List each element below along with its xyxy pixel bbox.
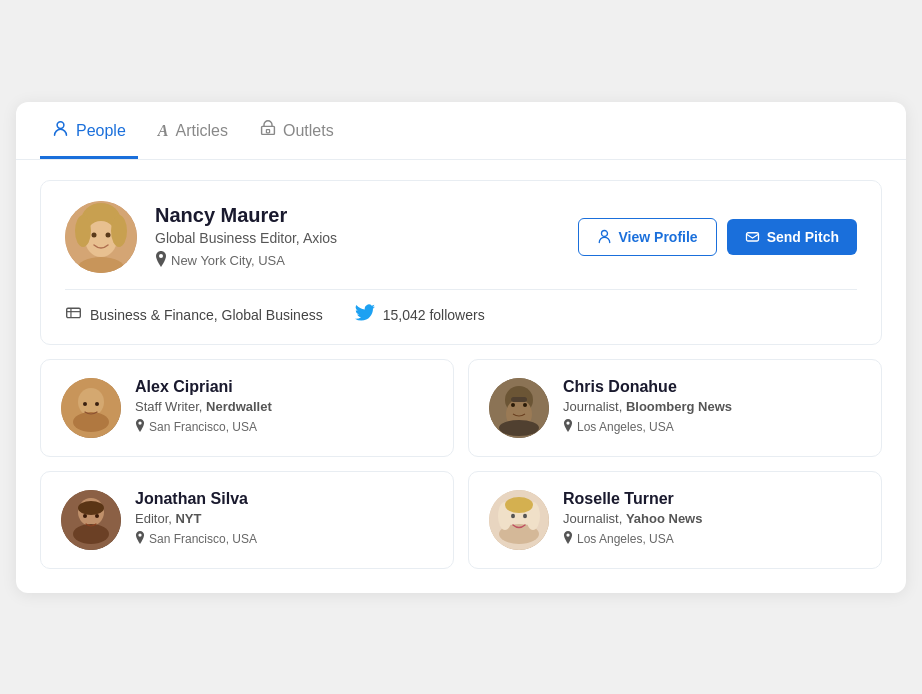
grid-person-name: Chris Donahue bbox=[563, 378, 732, 396]
avatar bbox=[61, 490, 121, 550]
featured-card-top: Nancy Maurer Global Business Editor, Axi… bbox=[65, 201, 857, 273]
svg-rect-28 bbox=[511, 397, 527, 402]
svg-point-27 bbox=[523, 403, 527, 407]
svg-rect-13 bbox=[746, 233, 758, 241]
svg-point-7 bbox=[111, 215, 127, 247]
grid-person-details: Roselle Turner Journalist, Yahoo News Lo… bbox=[563, 490, 702, 547]
location-icon bbox=[135, 419, 145, 435]
svg-point-33 bbox=[73, 524, 109, 544]
grid-location-text: San Francisco, USA bbox=[149, 532, 257, 546]
people-icon bbox=[52, 120, 69, 142]
grid-person-details: Alex Cipriani Staff Writer, Nerdwallet S… bbox=[135, 378, 272, 435]
send-pitch-icon bbox=[745, 229, 760, 244]
tags-icon bbox=[65, 304, 82, 325]
svg-point-36 bbox=[78, 501, 104, 515]
grid-location-text: Los Angeles, USA bbox=[577, 532, 674, 546]
featured-person-name: Nancy Maurer bbox=[155, 204, 337, 227]
tab-outlets-label: Outlets bbox=[283, 122, 334, 140]
svg-point-19 bbox=[73, 412, 109, 432]
location-icon bbox=[563, 531, 573, 547]
svg-point-44 bbox=[523, 513, 527, 517]
grid-card: Jonathan Silva Editor, NYT San Francisco… bbox=[40, 471, 454, 569]
content-area: Nancy Maurer Global Business Editor, Axi… bbox=[16, 160, 906, 593]
grid-person-name: Roselle Turner bbox=[563, 490, 702, 508]
svg-point-20 bbox=[83, 402, 87, 406]
featured-card-actions: View Profile Send Pitch bbox=[578, 218, 857, 256]
svg-point-22 bbox=[138, 421, 141, 424]
featured-person-role: Global Business Editor, Axios bbox=[155, 230, 337, 246]
grid-card: Chris Donahue Journalist, Bloomberg News… bbox=[468, 359, 882, 457]
svg-point-12 bbox=[601, 231, 607, 237]
avatar bbox=[61, 378, 121, 438]
grid-person-role: Journalist, Bloomberg News bbox=[563, 399, 732, 414]
featured-twitter: 15,042 followers bbox=[355, 304, 485, 326]
svg-point-30 bbox=[566, 421, 569, 424]
svg-point-8 bbox=[92, 232, 97, 237]
svg-point-26 bbox=[511, 403, 515, 407]
featured-tags: Business & Finance, Global Business bbox=[65, 304, 323, 325]
featured-location-text: New York City, USA bbox=[171, 253, 285, 268]
view-profile-button[interactable]: View Profile bbox=[578, 218, 717, 256]
articles-icon: A bbox=[158, 122, 169, 140]
svg-point-18 bbox=[78, 388, 104, 416]
grid-person-location: Los Angeles, USA bbox=[563, 531, 702, 547]
tab-people-label: People bbox=[76, 122, 126, 140]
people-grid: Alex Cipriani Staff Writer, Nerdwallet S… bbox=[40, 359, 882, 569]
grid-person-location: Los Angeles, USA bbox=[563, 419, 732, 435]
featured-twitter-followers: 15,042 followers bbox=[383, 307, 485, 323]
featured-card-bottom: Business & Finance, Global Business 15,0… bbox=[65, 289, 857, 326]
svg-point-45 bbox=[505, 497, 533, 513]
location-icon bbox=[563, 419, 573, 435]
grid-person-location: San Francisco, USA bbox=[135, 531, 257, 547]
grid-location-text: San Francisco, USA bbox=[149, 420, 257, 434]
svg-point-11 bbox=[159, 254, 163, 258]
svg-point-6 bbox=[75, 215, 91, 247]
featured-card: Nancy Maurer Global Business Editor, Axi… bbox=[40, 180, 882, 345]
featured-person-location: New York City, USA bbox=[155, 251, 337, 270]
grid-person-location: San Francisco, USA bbox=[135, 419, 272, 435]
svg-point-43 bbox=[511, 513, 515, 517]
avatar bbox=[65, 201, 137, 273]
send-pitch-label: Send Pitch bbox=[767, 229, 839, 245]
svg-point-34 bbox=[83, 514, 87, 518]
grid-location-text: Los Angeles, USA bbox=[577, 420, 674, 434]
tab-articles-label: Articles bbox=[176, 122, 228, 140]
view-profile-icon bbox=[597, 229, 612, 244]
svg-point-29 bbox=[499, 420, 539, 436]
svg-point-35 bbox=[95, 514, 99, 518]
grid-person-role: Journalist, Yahoo News bbox=[563, 511, 702, 526]
location-icon bbox=[155, 251, 167, 270]
svg-point-21 bbox=[95, 402, 99, 406]
location-icon bbox=[135, 531, 145, 547]
featured-tags-text: Business & Finance, Global Business bbox=[90, 307, 323, 323]
svg-point-46 bbox=[566, 533, 569, 536]
avatar bbox=[489, 378, 549, 438]
grid-card: Roselle Turner Journalist, Yahoo News Lo… bbox=[468, 471, 882, 569]
svg-point-9 bbox=[106, 232, 111, 237]
grid-person-name: Jonathan Silva bbox=[135, 490, 257, 508]
svg-rect-2 bbox=[266, 130, 269, 133]
tabs-nav: People A Articles Outlets bbox=[16, 102, 906, 160]
svg-point-0 bbox=[57, 121, 64, 128]
tab-articles[interactable]: A Articles bbox=[146, 104, 240, 157]
grid-person-details: Jonathan Silva Editor, NYT San Francisco… bbox=[135, 490, 257, 547]
grid-person-details: Chris Donahue Journalist, Bloomberg News… bbox=[563, 378, 732, 435]
grid-person-role: Editor, NYT bbox=[135, 511, 257, 526]
grid-card: Alex Cipriani Staff Writer, Nerdwallet S… bbox=[40, 359, 454, 457]
send-pitch-button[interactable]: Send Pitch bbox=[727, 219, 857, 255]
grid-person-name: Alex Cipriani bbox=[135, 378, 272, 396]
view-profile-label: View Profile bbox=[619, 229, 698, 245]
tab-people[interactable]: People bbox=[40, 102, 138, 159]
featured-person-info: Nancy Maurer Global Business Editor, Axi… bbox=[65, 201, 337, 273]
app-container: People A Articles Outlets bbox=[16, 102, 906, 593]
twitter-icon bbox=[355, 304, 375, 326]
grid-person-role: Staff Writer, Nerdwallet bbox=[135, 399, 272, 414]
avatar bbox=[489, 490, 549, 550]
outlets-icon bbox=[260, 120, 276, 141]
svg-rect-14 bbox=[67, 308, 81, 317]
tab-outlets[interactable]: Outlets bbox=[248, 102, 346, 158]
svg-point-37 bbox=[138, 533, 141, 536]
featured-person-details: Nancy Maurer Global Business Editor, Axi… bbox=[155, 204, 337, 270]
